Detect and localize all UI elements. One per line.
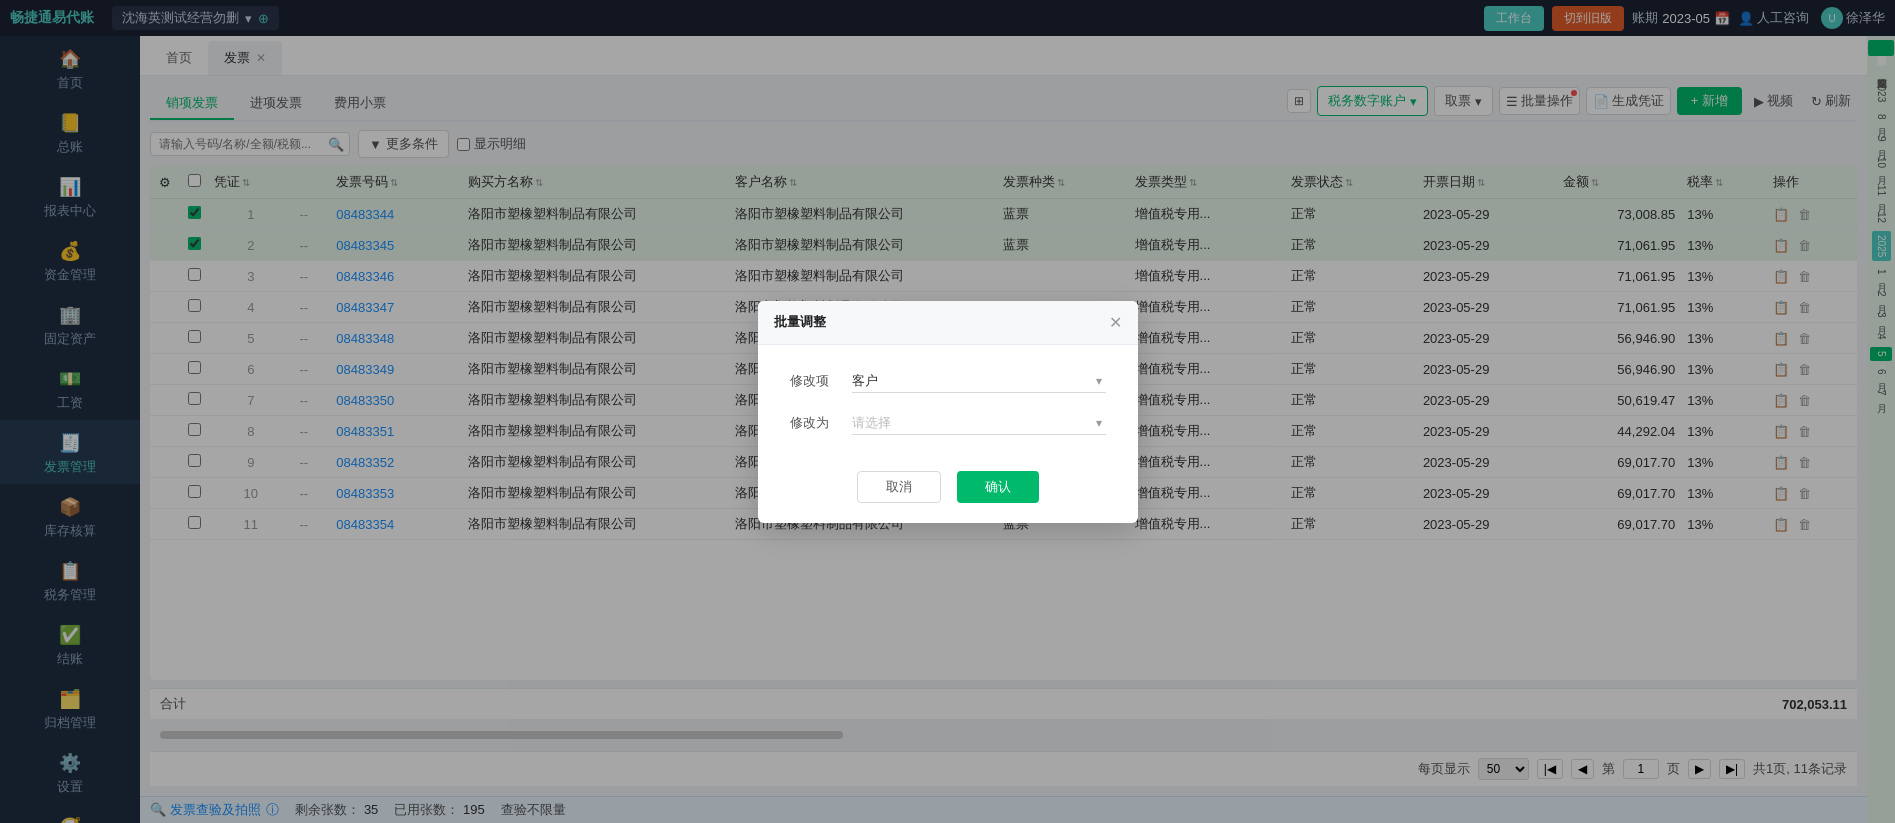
modify-to-select[interactable]: 请选择: [852, 411, 1106, 435]
modify-field-select[interactable]: 客户 状态: [852, 369, 1106, 393]
modify-field-select-wrap: 客户 状态 ▾: [852, 369, 1106, 393]
modify-field-row: 修改项 客户 状态 ▾: [790, 369, 1106, 393]
modal-footer: 取消 确认: [758, 459, 1138, 523]
modify-to-label: 修改为: [790, 414, 840, 432]
modify-to-select-wrap: 请选择 ▾: [852, 411, 1106, 435]
modify-field-label: 修改项: [790, 372, 840, 390]
modal-cancel-button[interactable]: 取消: [857, 471, 941, 503]
modal-overlay: 批量调整 ✕ 修改项 客户 状态 ▾ 修改为 请选择: [0, 0, 1895, 823]
modal-confirm-button[interactable]: 确认: [957, 471, 1039, 503]
modal-header: 批量调整 ✕: [758, 301, 1138, 345]
batch-adjust-modal: 批量调整 ✕ 修改项 客户 状态 ▾ 修改为 请选择: [758, 301, 1138, 523]
modal-title: 批量调整: [774, 313, 826, 331]
modal-body: 修改项 客户 状态 ▾ 修改为 请选择 ▾: [758, 345, 1138, 459]
modal-close-button[interactable]: ✕: [1109, 313, 1122, 332]
modify-to-row: 修改为 请选择 ▾: [790, 411, 1106, 435]
